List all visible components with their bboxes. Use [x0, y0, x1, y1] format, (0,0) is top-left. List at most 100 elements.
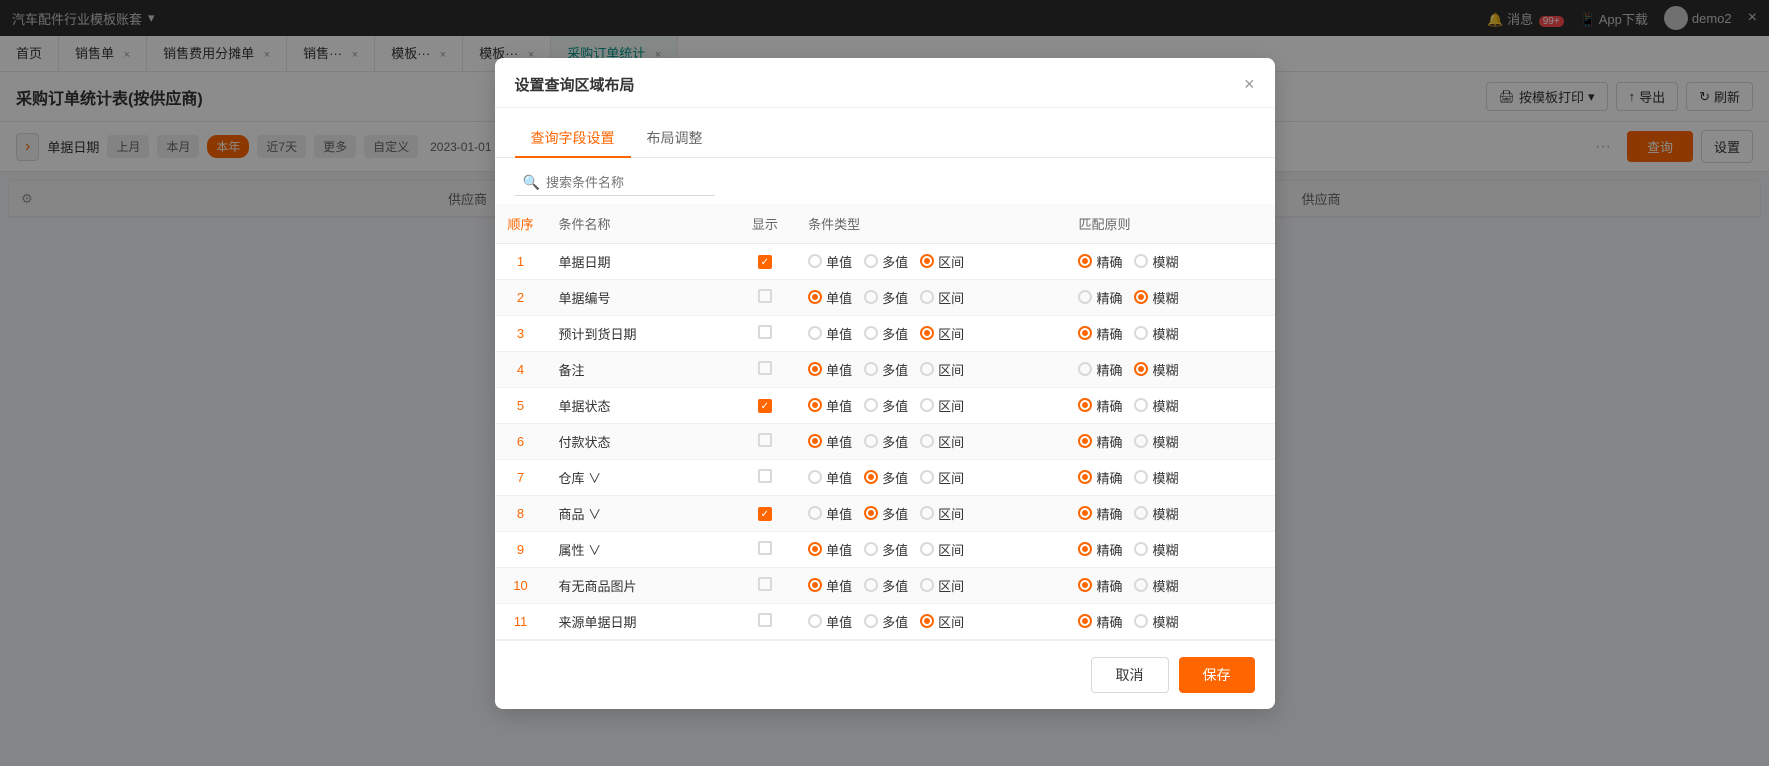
match-radio-5-1[interactable]: 模糊 — [1134, 396, 1178, 415]
row-show-7[interactable] — [734, 459, 796, 495]
match-radio-8-0[interactable]: 精确 — [1078, 504, 1122, 523]
type-radio-5-1[interactable]: 多值 — [864, 396, 908, 415]
type-radio-6-1[interactable]: 多值 — [864, 432, 908, 451]
match-radio-10-1[interactable]: 模糊 — [1134, 576, 1178, 595]
type-radio-9-2[interactable]: 区间 — [920, 540, 964, 559]
match-radio-8-1[interactable]: 模糊 — [1134, 504, 1178, 523]
search-input[interactable] — [546, 175, 706, 190]
checkbox-4[interactable] — [758, 361, 772, 375]
row-show-4[interactable] — [734, 351, 796, 387]
type-radio-2-2[interactable]: 区间 — [920, 288, 964, 307]
row-match-8: 精确模糊 — [1066, 495, 1274, 531]
row-show-5[interactable]: ✓ — [734, 387, 796, 423]
match-radio-3-0[interactable]: 精确 — [1078, 324, 1122, 343]
type-radio-11-1[interactable]: 多值 — [864, 612, 908, 631]
match-radio-7-0[interactable]: 精确 — [1078, 468, 1122, 487]
type-radio-1-0[interactable]: 单值 — [808, 252, 852, 271]
type-radio-11-0[interactable]: 单值 — [808, 612, 852, 631]
type-radio-3-1[interactable]: 多值 — [864, 324, 908, 343]
type-radio-8-0[interactable]: 单值 — [808, 504, 852, 523]
type-radio-10-0[interactable]: 单值 — [808, 576, 852, 595]
checkbox-1[interactable]: ✓ — [758, 255, 772, 269]
dialog: 设置查询区域布局 × 查询字段设置 布局调整 🔍 — [495, 58, 1275, 709]
row-show-11[interactable] — [734, 603, 796, 639]
checkbox-7[interactable] — [758, 469, 772, 483]
row-type-11: 单值多值区间 — [796, 603, 1066, 639]
row-show-3[interactable] — [734, 315, 796, 351]
match-radio-4-0[interactable]: 精确 — [1078, 360, 1122, 379]
checkbox-3[interactable] — [758, 325, 772, 339]
dialog-header: 设置查询区域布局 × — [495, 58, 1275, 108]
type-radio-10-2[interactable]: 区间 — [920, 576, 964, 595]
cancel-btn[interactable]: 取消 — [1091, 657, 1169, 693]
type-radio-6-2[interactable]: 区间 — [920, 432, 964, 451]
match-radio-1-0[interactable]: 精确 — [1078, 252, 1122, 271]
type-radio-6-0[interactable]: 单值 — [808, 432, 852, 451]
row-name-7: 仓库 ∨ — [547, 459, 734, 495]
match-radio-10-0[interactable]: 精确 — [1078, 576, 1122, 595]
match-radio-11-1[interactable]: 模糊 — [1134, 612, 1178, 631]
type-radio-1-1[interactable]: 多值 — [864, 252, 908, 271]
match-radio-7-1[interactable]: 模糊 — [1134, 468, 1178, 487]
col-name: 条件名称 — [547, 204, 734, 244]
type-radio-2-1[interactable]: 多值 — [864, 288, 908, 307]
row-name-6: 付款状态 — [547, 423, 734, 459]
table-row: 1单据日期✓单值多值区间精确模糊 — [495, 243, 1275, 279]
dialog-tab-layout[interactable]: 布局调整 — [631, 120, 719, 158]
checkbox-6[interactable] — [758, 433, 772, 447]
type-radio-11-2[interactable]: 区间 — [920, 612, 964, 631]
checkbox-11[interactable] — [758, 613, 772, 627]
checkbox-2[interactable] — [758, 289, 772, 303]
type-radio-3-2[interactable]: 区间 — [920, 324, 964, 343]
match-radio-2-1[interactable]: 模糊 — [1134, 288, 1178, 307]
checkbox-5[interactable]: ✓ — [758, 399, 772, 413]
type-radio-3-0[interactable]: 单值 — [808, 324, 852, 343]
row-type-8: 单值多值区间 — [796, 495, 1066, 531]
row-name-2: 单据编号 — [547, 279, 734, 315]
checkbox-8[interactable]: ✓ — [758, 507, 772, 521]
match-radio-4-1[interactable]: 模糊 — [1134, 360, 1178, 379]
row-show-6[interactable] — [734, 423, 796, 459]
type-radio-7-2[interactable]: 区间 — [920, 468, 964, 487]
match-radio-6-0[interactable]: 精确 — [1078, 432, 1122, 451]
checkbox-10[interactable] — [758, 577, 772, 591]
type-radio-7-1[interactable]: 多值 — [864, 468, 908, 487]
type-radio-4-2[interactable]: 区间 — [920, 360, 964, 379]
type-radio-9-0[interactable]: 单值 — [808, 540, 852, 559]
row-match-1: 精确模糊 — [1066, 243, 1274, 279]
table-row: 4备注单值多值区间精确模糊 — [495, 351, 1275, 387]
dialog-close-btn[interactable]: × — [1244, 75, 1255, 93]
dialog-tab-fields[interactable]: 查询字段设置 — [515, 120, 631, 158]
type-radio-7-0[interactable]: 单值 — [808, 468, 852, 487]
type-radio-8-2[interactable]: 区间 — [920, 504, 964, 523]
table-row: 8商品 ∨✓单值多值区间精确模糊 — [495, 495, 1275, 531]
type-radio-4-1[interactable]: 多值 — [864, 360, 908, 379]
match-radio-11-0[interactable]: 精确 — [1078, 612, 1122, 631]
row-match-3: 精确模糊 — [1066, 315, 1274, 351]
match-radio-9-1[interactable]: 模糊 — [1134, 540, 1178, 559]
save-btn[interactable]: 保存 — [1179, 657, 1255, 693]
type-radio-10-1[interactable]: 多值 — [864, 576, 908, 595]
type-radio-4-0[interactable]: 单值 — [808, 360, 852, 379]
row-match-2: 精确模糊 — [1066, 279, 1274, 315]
match-radio-2-0[interactable]: 精确 — [1078, 288, 1122, 307]
row-show-1[interactable]: ✓ — [734, 243, 796, 279]
type-radio-9-1[interactable]: 多值 — [864, 540, 908, 559]
checkbox-9[interactable] — [758, 541, 772, 555]
match-radio-9-0[interactable]: 精确 — [1078, 540, 1122, 559]
type-radio-2-0[interactable]: 单值 — [808, 288, 852, 307]
type-radio-5-2[interactable]: 区间 — [920, 396, 964, 415]
match-radio-5-0[interactable]: 精确 — [1078, 396, 1122, 415]
match-radio-6-1[interactable]: 模糊 — [1134, 432, 1178, 451]
dialog-tabs: 查询字段设置 布局调整 — [495, 108, 1275, 158]
row-show-10[interactable] — [734, 567, 796, 603]
row-show-9[interactable] — [734, 531, 796, 567]
row-type-5: 单值多值区间 — [796, 387, 1066, 423]
match-radio-1-1[interactable]: 模糊 — [1134, 252, 1178, 271]
match-radio-3-1[interactable]: 模糊 — [1134, 324, 1178, 343]
type-radio-5-0[interactable]: 单值 — [808, 396, 852, 415]
type-radio-1-2[interactable]: 区间 — [920, 252, 964, 271]
row-show-8[interactable]: ✓ — [734, 495, 796, 531]
type-radio-8-1[interactable]: 多值 — [864, 504, 908, 523]
row-show-2[interactable] — [734, 279, 796, 315]
